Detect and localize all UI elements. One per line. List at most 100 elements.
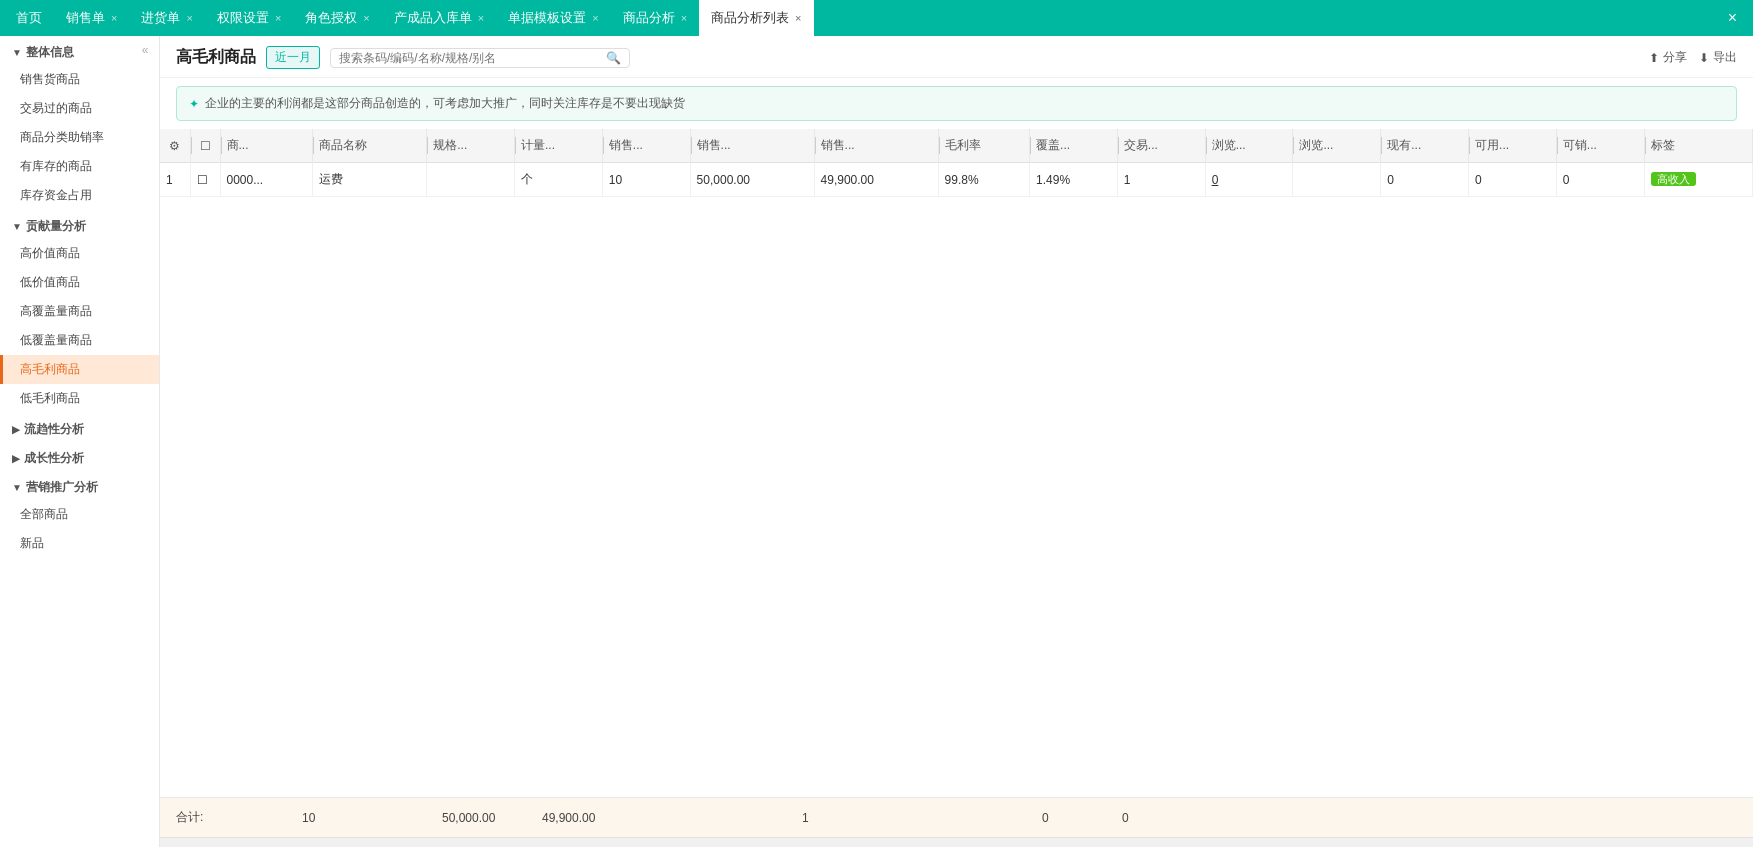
export-button[interactable]: ⬇ 导出 [1699,49,1737,66]
nav-close-icon[interactable]: × [275,12,281,24]
row-checkbox[interactable]: ☐ [190,163,220,197]
sidebar-group-3[interactable]: ▶ 成长性分析 [0,442,159,471]
sidebar: « ▼整体信息销售货商品交易过的商品商品分类助销率有库存的商品库存资金占用▼贡献… [0,36,160,847]
sidebar-group-2[interactable]: ▶ 流趋性分析 [0,413,159,442]
sidebar-group-title-text-3: 成长性分析 [24,450,84,467]
nav-close-icon[interactable]: × [111,12,117,24]
sidebar-group-title-text-1: 贡献量分析 [26,218,86,235]
content-header: 高毛利商品 近一月 🔍 ⬆ 分享 ⬇ 导出 [160,36,1753,78]
sidebar-item-1-5[interactable]: 低毛利商品 [0,384,159,413]
col-header-code[interactable]: 商... [220,129,313,163]
row-sales-qty: 10 [602,163,690,197]
nav-item-进货单[interactable]: 进货单× [129,0,204,36]
nav-close-icon[interactable]: × [592,12,598,24]
footer-available-stock: 0 [1116,811,1196,825]
header-actions: ⬆ 分享 ⬇ 导出 [1649,49,1737,66]
search-box: 🔍 [330,48,630,68]
sidebar-group-arrow-1: ▼ [12,221,22,232]
footer-sales-amount: 50,000.00 [436,811,536,825]
footer-sales-profit: 49,900.00 [536,811,636,825]
row-name: 运费 [313,163,427,197]
sidebar-group-title-text-4: 营销推广分析 [26,479,98,496]
top-nav: 首页销售单×进货单×权限设置×角色授权×产成品入库单×单据模板设置×商品分析×商… [0,0,1753,36]
table-row: 1☐0000...运费个1050,000.0049,900.0099.8%1.4… [160,163,1753,197]
table-container[interactable]: ⚙☐商...商品名称规格...计量...销售...销售...销售...毛利率覆盖… [160,129,1753,797]
sidebar-item-1-1[interactable]: 低价值商品 [0,268,159,297]
period-button[interactable]: 近一月 [266,46,320,69]
nav-close-icon[interactable]: × [478,12,484,24]
col-header-name[interactable]: 商品名称 [313,129,427,163]
sidebar-item-0-1[interactable]: 交易过的商品 [0,94,159,123]
row-spec [427,163,515,197]
nav-close-icon[interactable]: × [363,12,369,24]
row-index: 1 [160,163,190,197]
sidebar-item-1-0[interactable]: 高价值商品 [0,239,159,268]
nav-item-销售单[interactable]: 销售单× [54,0,129,36]
col-header-transaction[interactable]: 交易... [1117,129,1205,163]
data-table: ⚙☐商...商品名称规格...计量...销售...销售...销售...毛利率覆盖… [160,129,1753,197]
col-header-sales_profit[interactable]: 销售... [814,129,938,163]
row-view1[interactable]: 0 [1205,163,1293,197]
sidebar-item-0-2[interactable]: 商品分类助销率 [0,123,159,152]
nav-item-角色授权[interactable]: 角色授权× [293,0,381,36]
col-header-gross_rate[interactable]: 毛利率 [938,129,1030,163]
sidebar-collapse-button[interactable]: « [135,40,155,60]
sidebar-item-1-3[interactable]: 低覆盖量商品 [0,326,159,355]
sidebar-group-arrow-3: ▶ [12,453,20,464]
row-code: 0000... [220,163,313,197]
col-header-unit[interactable]: 计量... [515,129,603,163]
col-header-checkbox[interactable]: ☐ [190,129,220,163]
nav-close-icon[interactable]: × [186,12,192,24]
col-header-spec[interactable]: 规格... [427,129,515,163]
nav-item-商品分析[interactable]: 商品分析× [611,0,699,36]
sidebar-item-1-4[interactable]: 高毛利商品 [0,355,159,384]
nav-item-商品分析列表[interactable]: 商品分析列表× [699,0,813,36]
close-app-button[interactable]: × [1716,9,1749,27]
sidebar-item-4-1[interactable]: 新品 [0,529,159,558]
col-header-current_stock[interactable]: 现有... [1381,129,1469,163]
footer-current-stock: 0 [1036,811,1116,825]
col-header-sellable_stock[interactable]: 可销... [1556,129,1644,163]
sidebar-item-1-2[interactable]: 高覆盖量商品 [0,297,159,326]
sidebar-item-4-0[interactable]: 全部商品 [0,500,159,529]
nav-close-icon[interactable]: × [681,12,687,24]
content-area: 高毛利商品 近一月 🔍 ⬆ 分享 ⬇ 导出 ✦ 企业的主要的利润都是这部分商品创… [160,36,1753,847]
nav-item-产成品入库单[interactable]: 产成品入库单× [382,0,496,36]
sidebar-group-4[interactable]: ▼ 营销推广分析 [0,471,159,500]
nav-item-单据模板设置[interactable]: 单据模板设置× [496,0,610,36]
main-layout: « ▼整体信息销售货商品交易过的商品商品分类助销率有库存的商品库存资金占用▼贡献… [0,36,1753,847]
row-tag: 高收入 [1644,163,1752,197]
footer-coverage [716,811,796,825]
share-button[interactable]: ⬆ 分享 [1649,49,1687,66]
sidebar-group-arrow-4: ▼ [12,482,22,493]
row-coverage: 1.49% [1030,163,1118,197]
search-input[interactable] [339,51,606,65]
footer-view1 [876,811,956,825]
footer-sales-qty: 10 [296,811,436,825]
bottom-scrollbar[interactable] [160,837,1753,847]
footer-values: 10 50,000.00 49,900.00 1 0 0 [296,811,1737,825]
sidebar-group-arrow-2: ▶ [12,424,20,435]
row-sales-profit: 49,900.00 [814,163,938,197]
sidebar-item-0-3[interactable]: 有库存的商品 [0,152,159,181]
sidebar-group-1[interactable]: ▼ 贡献量分析 [0,210,159,239]
col-header-available_stock[interactable]: 可用... [1469,129,1557,163]
col-header-tag[interactable]: 标签 [1644,129,1752,163]
row-view2 [1293,163,1381,197]
sidebar-item-0-4[interactable]: 库存资金占用 [0,181,159,210]
col-header-sales_qty[interactable]: 销售... [602,129,690,163]
nav-close-icon[interactable]: × [795,12,801,24]
sidebar-item-0-0[interactable]: 销售货商品 [0,65,159,94]
col-header-sales_amount[interactable]: 销售... [690,129,814,163]
row-sales-amount: 50,000.00 [690,163,814,197]
search-icon[interactable]: 🔍 [606,51,621,65]
nav-item-首页[interactable]: 首页 [4,0,54,36]
col-header-coverage[interactable]: 覆盖... [1030,129,1118,163]
footer-view2 [956,811,1036,825]
nav-item-权限设置[interactable]: 权限设置× [205,0,293,36]
col-header-view2[interactable]: 浏览... [1293,129,1381,163]
sidebar-group-title-text-2: 流趋性分析 [24,421,84,438]
col-header-view1[interactable]: 浏览... [1205,129,1293,163]
row-sellable-stock: 0 [1556,163,1644,197]
col-header-settings[interactable]: ⚙ [160,129,190,163]
